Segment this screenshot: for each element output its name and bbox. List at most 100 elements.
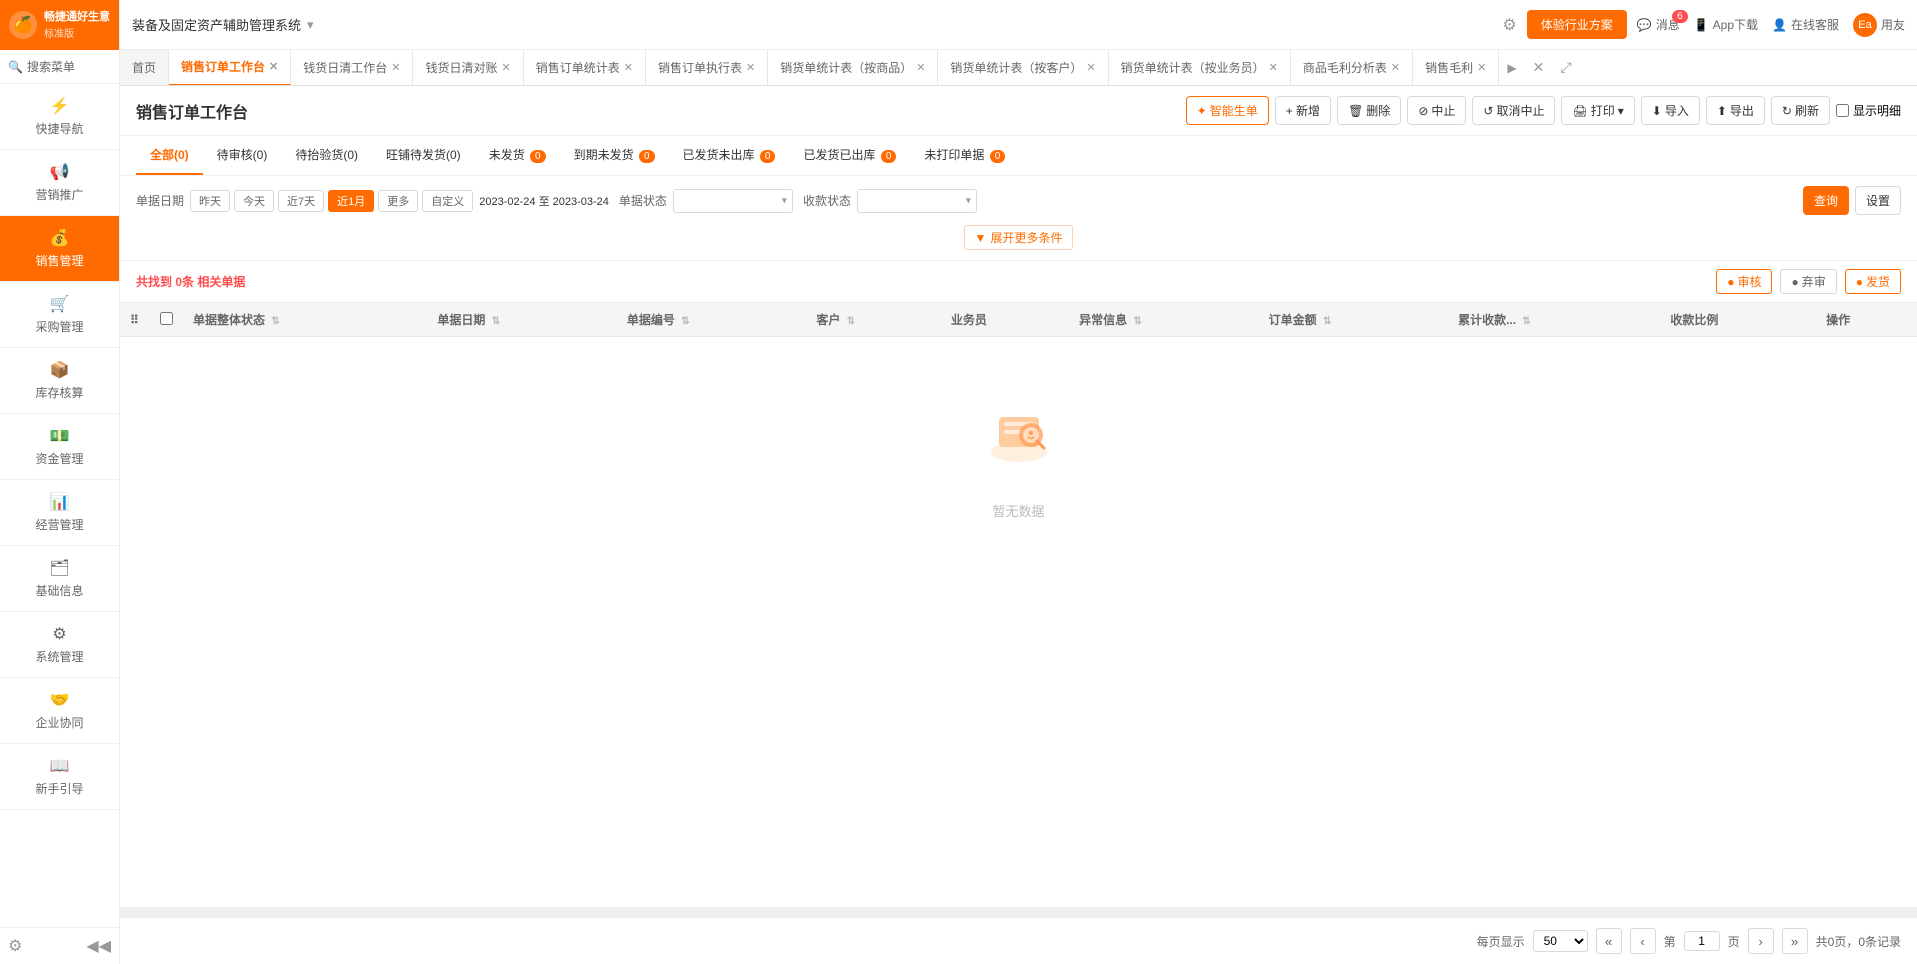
batch-ship-btn[interactable]: ● 发货 [1845, 269, 1901, 294]
system-dropdown-icon[interactable]: ▾ [307, 17, 314, 33]
sidebar-item-system[interactable]: ⚙ 系统管理 [0, 612, 119, 678]
tab-sales-summary-client[interactable]: 销货单统计表（按客户） ✕ [938, 50, 1108, 86]
sidebar-item-newbie-label: 新手引导 [35, 780, 83, 797]
user-menu[interactable]: Ea 用友 [1853, 13, 1905, 37]
settings-btn[interactable]: 设置 [1855, 186, 1901, 215]
th-amount: 订单金额 ⇅ [1259, 303, 1448, 337]
page-size-select[interactable]: 50 10 20 100 [1533, 930, 1588, 952]
tab-goods-profit-close[interactable]: ✕ [1391, 61, 1400, 74]
sub-tab-overdue-not-shipped[interactable]: 到期未发货 0 [560, 136, 669, 175]
payment-select[interactable] [857, 189, 977, 213]
tab-sales-stats-close[interactable]: ✕ [624, 61, 633, 74]
tab-sales-workbench[interactable]: 销售订单工作台 ✕ [169, 50, 291, 86]
tab-sales-summary-product[interactable]: 销货单统计表（按商品） ✕ [768, 50, 938, 86]
sidebar-item-finance[interactable]: 💵 资金管理 [0, 414, 119, 480]
date-sort-icon[interactable]: ⇅ [492, 316, 500, 327]
sidebar-item-purchase[interactable]: 🛒 采购管理 [0, 282, 119, 348]
tab-sales-summary-staff[interactable]: 销货单统计表（按业务员） ✕ [1109, 50, 1291, 86]
display-detail-checkbox[interactable] [1836, 104, 1849, 117]
sub-tab-pending-inspection[interactable]: 待抬验货(0) [281, 136, 372, 175]
tab-cash-reconcile[interactable]: 钱货日清对账 ✕ [413, 50, 523, 86]
exception-sort-icon[interactable]: ⇅ [1133, 316, 1141, 327]
sidebar-item-base-info[interactable]: 🗂 基础信息 [0, 546, 119, 612]
message-btn[interactable]: 💬 6 消息 [1637, 16, 1680, 33]
sidebar-item-enterprise[interactable]: 🤝 企业协同 [0, 678, 119, 744]
tab-sales-summary-staff-close[interactable]: ✕ [1269, 61, 1278, 74]
query-btn[interactable]: 查询 [1803, 186, 1849, 215]
settings-gear-icon[interactable]: ⚙ [8, 936, 22, 956]
tab-sales-profit-close[interactable]: ✕ [1477, 61, 1486, 74]
sub-tab-not-printed[interactable]: 未打印单据 0 [910, 136, 1019, 175]
new-btn[interactable]: + 新增 [1275, 96, 1331, 125]
customer-sort-icon[interactable]: ⇅ [847, 316, 855, 327]
page-number-input[interactable] [1684, 931, 1720, 951]
sidebar-item-inventory[interactable]: 📦 库存核算 [0, 348, 119, 414]
topbar-gear-icon[interactable]: ⚙ [1502, 15, 1516, 35]
expand-more-btn[interactable]: ▼ 展开更多条件 [964, 225, 1074, 250]
tabbar-more-btn[interactable]: ▶ [1499, 61, 1524, 75]
sidebar-item-marketing[interactable]: 📢 营销推广 [0, 150, 119, 216]
amount-sort-icon[interactable]: ⇅ [1323, 316, 1331, 327]
batch-cancel-review-btn[interactable]: ● 弃审 [1780, 269, 1836, 294]
prev-page-btn[interactable]: ‹ [1630, 928, 1656, 954]
tab-sales-summary-product-close[interactable]: ✕ [916, 61, 925, 74]
select-all-checkbox[interactable] [160, 312, 173, 325]
date-more-btn[interactable]: 更多 [378, 190, 418, 212]
date-filter-label: 单据日期 [136, 192, 184, 209]
sub-tab-all[interactable]: 全部(0) [136, 136, 203, 175]
stop-btn[interactable]: ⊘ 中止 [1407, 96, 1466, 125]
date-last1m-btn[interactable]: 近1月 [328, 190, 374, 212]
th-checkbox[interactable] [150, 303, 183, 337]
sub-tab-shipped-not-warehoused[interactable]: 已发货未出库 0 [669, 136, 790, 175]
number-sort-icon[interactable]: ⇅ [681, 316, 689, 327]
tab-cash-daily[interactable]: 钱货日清工作台 ✕ [291, 50, 413, 86]
tab-sales-workbench-label: 销售订单工作台 [181, 58, 265, 75]
sidebar-search[interactable]: 🔍 搜索菜单 [0, 50, 119, 84]
next-page-btn[interactable]: › [1748, 928, 1774, 954]
sub-tab-not-shipped[interactable]: 未发货 0 [475, 136, 560, 175]
date-custom-btn[interactable]: 自定义 [422, 190, 473, 212]
sub-tab-pending-review[interactable]: 待审核(0) [203, 136, 282, 175]
online-service-btn[interactable]: 👤 在线客服 [1772, 16, 1839, 33]
refresh-btn[interactable]: ↻ 刷新 [1771, 96, 1830, 125]
filter-bar: 单据日期 昨天 今天 近7天 近1月 更多 自定义 2023-02-24 至 2… [120, 176, 1917, 261]
batch-review-btn[interactable]: ● 审核 [1716, 269, 1772, 294]
last-page-btn[interactable]: » [1782, 928, 1808, 954]
print-btn[interactable]: 🖨 打印 ▾ [1561, 96, 1634, 125]
tab-sales-exec-close[interactable]: ✕ [746, 61, 755, 74]
tabbar-expand-btn[interactable]: ⤢ [1552, 59, 1579, 76]
horizontal-scrollbar[interactable] [120, 907, 1917, 917]
cancel-stop-btn[interactable]: ↺ 取消中止 [1472, 96, 1555, 125]
date-last7-btn[interactable]: 近7天 [278, 190, 324, 212]
tab-sales-summary-client-close[interactable]: ✕ [1086, 61, 1095, 74]
sidebar-item-sales[interactable]: 💰 销售管理 [0, 216, 119, 282]
tab-sales-profit[interactable]: 销售毛利 ✕ [1413, 50, 1499, 86]
first-page-btn[interactable]: « [1596, 928, 1622, 954]
tab-sales-stats[interactable]: 销售订单统计表 ✕ [524, 50, 646, 86]
status-sort-icon[interactable]: ⇅ [271, 316, 279, 327]
smart-gen-btn[interactable]: ✦ 智能生单 [1186, 96, 1269, 125]
tab-cash-reconcile-close[interactable]: ✕ [502, 61, 511, 74]
display-detail-checkbox-wrap[interactable]: 显示明细 [1836, 102, 1901, 119]
delete-btn[interactable]: 🗑 删除 [1337, 96, 1401, 125]
sidebar-item-quick-nav[interactable]: ⚡ 快捷导航 [0, 84, 119, 150]
export-btn[interactable]: ⬆ 导出 [1706, 96, 1765, 125]
industry-btn[interactable]: 体验行业方案 [1527, 10, 1627, 39]
tab-goods-profit[interactable]: 商品毛利分析表 ✕ [1291, 50, 1413, 86]
tab-cash-daily-close[interactable]: ✕ [391, 61, 400, 74]
tabbar-close-all-btn[interactable]: ✕ [1525, 59, 1553, 76]
tab-home[interactable]: 首页 [120, 50, 169, 86]
status-select[interactable] [673, 189, 793, 213]
date-yesterday-btn[interactable]: 昨天 [190, 190, 230, 212]
sidebar-item-newbie[interactable]: 📖 新手引导 [0, 744, 119, 810]
tab-sales-workbench-close[interactable]: ✕ [269, 60, 278, 73]
sidebar-item-operations[interactable]: 📊 经营管理 [0, 480, 119, 546]
sub-tab-shipped-warehoused[interactable]: 已发货已出库 0 [789, 136, 910, 175]
app-download-btn[interactable]: 📱 App下载 [1694, 16, 1758, 33]
collapse-icon[interactable]: ◀◀ [86, 936, 111, 956]
tab-sales-exec[interactable]: 销售订单执行表 ✕ [646, 50, 768, 86]
import-btn[interactable]: ⬇ 导入 [1641, 96, 1700, 125]
sub-tab-wangpu-ship[interactable]: 旺铺待发货(0) [372, 136, 475, 175]
date-today-btn[interactable]: 今天 [234, 190, 274, 212]
received-sort-icon[interactable]: ⇅ [1522, 316, 1530, 327]
